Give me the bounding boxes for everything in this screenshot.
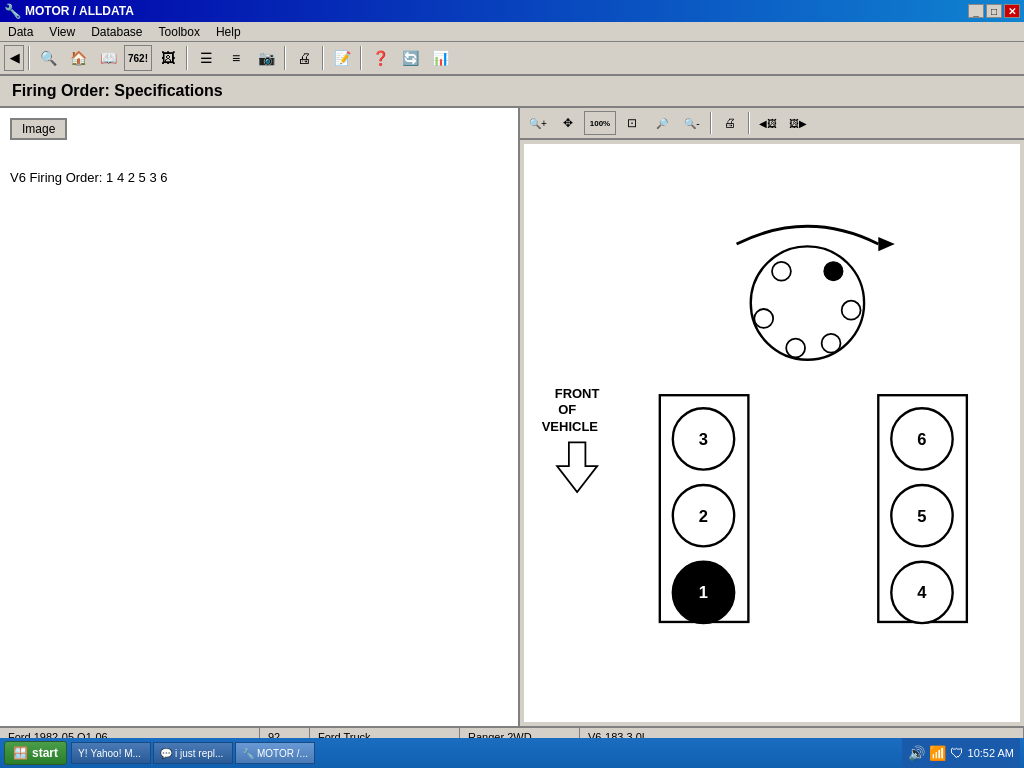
main-toolbar: ◀ 🔍 🏠 📖 762! 🖼 ☰ ≡ 📷 🖨 📝 ❓ 🔄 📊 [0, 42, 1024, 76]
front-arrow [557, 442, 597, 492]
save-next-button[interactable]: 🖼▶ [784, 111, 812, 135]
dist-dot-6 [754, 309, 773, 328]
yahoo-icon: Y! [78, 748, 87, 759]
zoom-in-button[interactable]: 🔍+ [524, 111, 552, 135]
taskbar-chat[interactable]: 💬 i just repl... [153, 742, 233, 764]
menu-bar: Data View Database Toolbox Help [0, 22, 1024, 42]
taskbar-motor[interactable]: 🔧 MOTOR /... [235, 742, 315, 764]
cylinder-4-label: 4 [917, 583, 927, 602]
motor-icon: 🔧 [242, 748, 254, 759]
page-header: Firing Order: Specifications [0, 76, 1024, 108]
cylinder-5-label: 5 [917, 507, 926, 526]
main-content: Image V6 Firing Order: 1 4 2 5 3 6 🔍+ ✥ … [0, 108, 1024, 726]
dist-dot-4 [822, 334, 841, 353]
front-label-1: FRONT [555, 386, 600, 401]
counter-button[interactable]: 762! [124, 45, 152, 71]
cylinder-2-label: 2 [699, 507, 708, 526]
start-button[interactable]: 🪟 start [4, 741, 67, 765]
cylinder-3-label: 3 [699, 430, 708, 449]
dist-dot-3 [842, 301, 861, 320]
cylinder-6-label: 6 [917, 430, 926, 449]
refresh-button[interactable]: 🔄 [396, 45, 424, 71]
window-controls: _ □ ✕ [968, 4, 1020, 18]
print-button[interactable]: 🖨 [290, 45, 318, 71]
list-button[interactable]: ☰ [192, 45, 220, 71]
maximize-button[interactable]: □ [986, 4, 1002, 18]
windows-icon: 🪟 [13, 746, 28, 760]
svg-marker-0 [878, 237, 895, 251]
left-panel: Image V6 Firing Order: 1 4 2 5 3 6 [0, 108, 520, 726]
zoom-fit-button[interactable]: ⊡ [618, 111, 646, 135]
menu-view[interactable]: View [41, 23, 83, 41]
diagram-area: FRONT OF VEHICLE 3 2 1 [524, 144, 1020, 722]
zoom-out-button[interactable]: 🔍- [678, 111, 706, 135]
save-prev-button[interactable]: ◀🖼 [754, 111, 782, 135]
app-icon: 🔧 [4, 3, 21, 19]
system-tray: 🔊 📶 🛡 [908, 745, 964, 761]
dist-dot-5 [786, 339, 805, 358]
front-label-2: OF [558, 402, 576, 417]
extra-button[interactable]: 📊 [426, 45, 454, 71]
minimize-button[interactable]: _ [968, 4, 984, 18]
image-button[interactable]: Image [10, 118, 67, 140]
taskbar-right: 🔊 📶 🛡 10:52 AM [902, 738, 1020, 768]
back-button[interactable]: ◀ [4, 45, 24, 71]
note-button[interactable]: 📝 [328, 45, 356, 71]
cylinder-1-label: 1 [699, 583, 708, 602]
print-diagram-button[interactable]: 🖨 [716, 111, 744, 135]
firing-order-diagram: FRONT OF VEHICLE 3 2 1 [524, 144, 1020, 722]
bookmark-button[interactable]: 📖 [94, 45, 122, 71]
dist-dot-1 [824, 262, 843, 281]
zoom-region-button[interactable]: 🔎 [648, 111, 676, 135]
taskbar-items: Y! Yahoo! M... 💬 i just repl... 🔧 MOTOR … [71, 742, 315, 764]
view-toolbar: 🔍+ ✥ 100% ⊡ 🔎 🔍- 🖨 ◀🖼 🖼▶ [520, 108, 1024, 140]
help-button[interactable]: ❓ [366, 45, 394, 71]
page-title: Firing Order: Specifications [12, 82, 223, 99]
search-button[interactable]: 🔍 [34, 45, 62, 71]
menu-help[interactable]: Help [208, 23, 249, 41]
clock: 10:52 AM [968, 747, 1014, 759]
list2-button[interactable]: ≡ [222, 45, 250, 71]
camera-button[interactable]: 📷 [252, 45, 280, 71]
menu-toolbox[interactable]: Toolbox [151, 23, 208, 41]
chat-icon: 💬 [160, 748, 172, 759]
menu-database[interactable]: Database [83, 23, 150, 41]
image-button[interactable]: 🖼 [154, 45, 182, 71]
front-label-3: VEHICLE [542, 419, 599, 434]
taskbar-yahoo[interactable]: Y! Yahoo! M... [71, 742, 151, 764]
close-button[interactable]: ✕ [1004, 4, 1020, 18]
zoom-100-button[interactable]: 100% [584, 111, 616, 135]
pan-button[interactable]: ✥ [554, 111, 582, 135]
firing-order-text: V6 Firing Order: 1 4 2 5 3 6 [10, 170, 508, 185]
taskbar: 🪟 start Y! Yahoo! M... 💬 i just repl... … [0, 738, 1024, 768]
app-title: MOTOR / ALLDATA [25, 4, 134, 18]
right-panel: 🔍+ ✥ 100% ⊡ 🔎 🔍- 🖨 ◀🖼 🖼▶ [520, 108, 1024, 726]
title-bar: 🔧 MOTOR / ALLDATA _ □ ✕ [0, 0, 1024, 22]
menu-data[interactable]: Data [0, 23, 41, 41]
home-button[interactable]: 🏠 [64, 45, 92, 71]
dist-dot-2 [772, 262, 791, 281]
